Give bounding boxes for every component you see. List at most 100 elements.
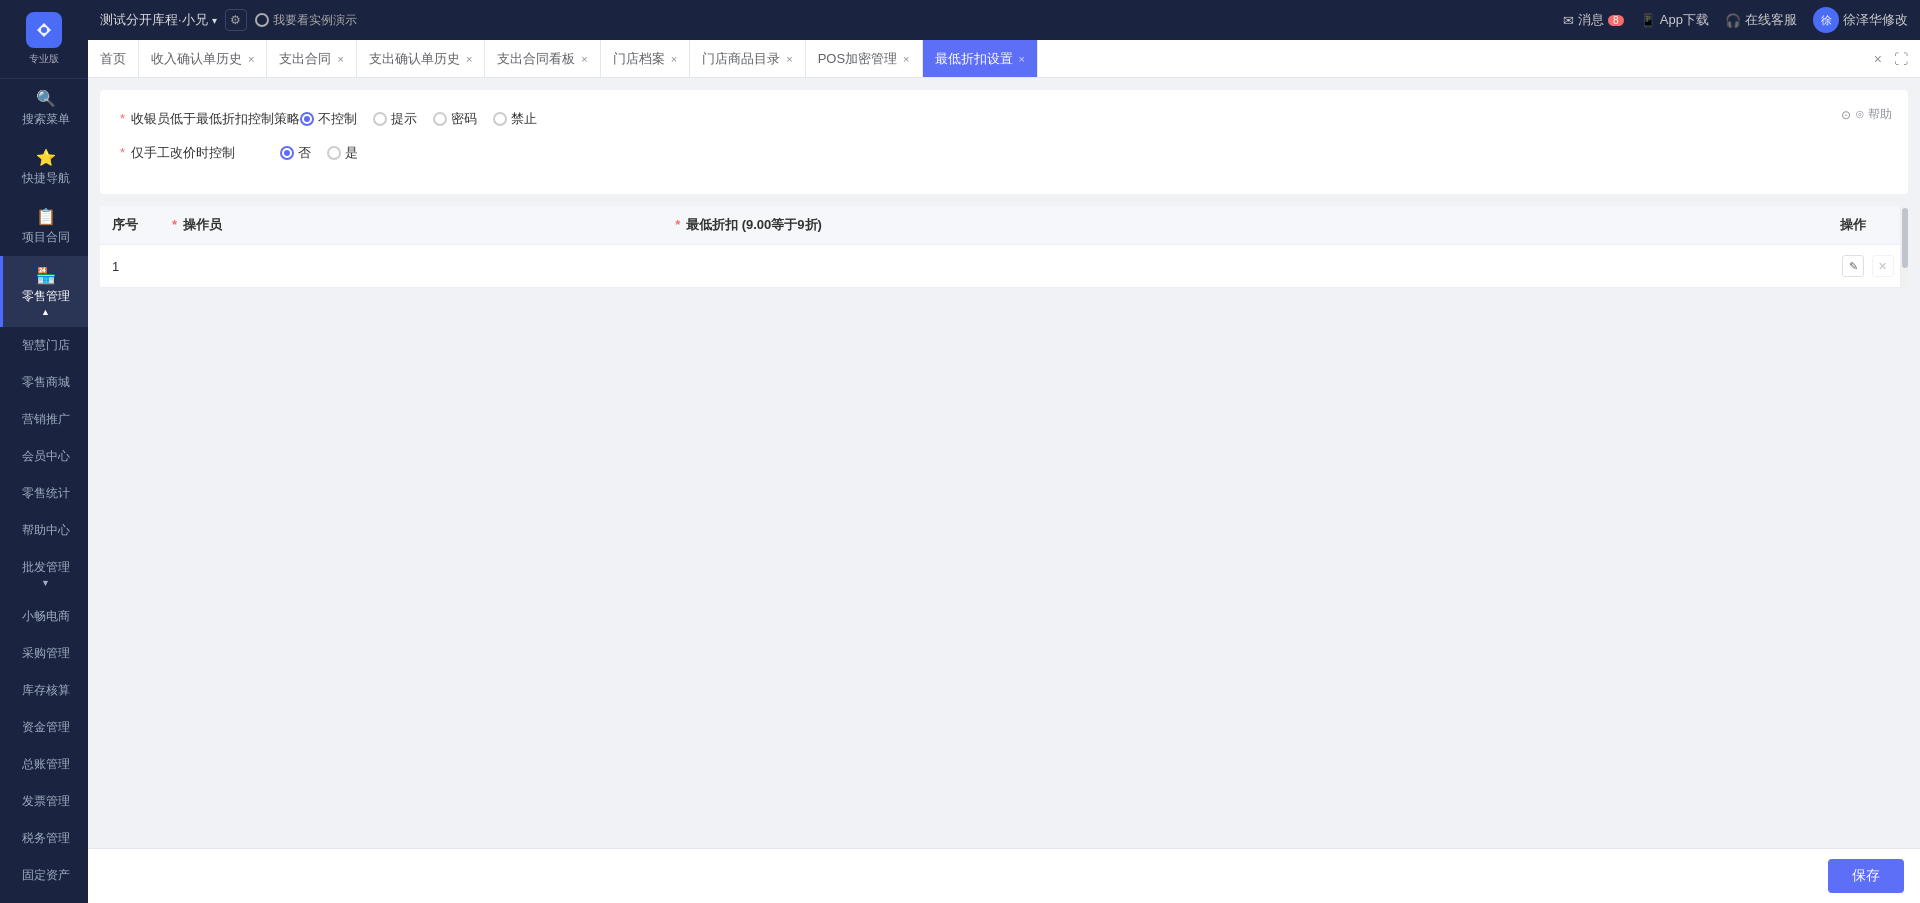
topbar-user-button[interactable]: 徐 徐泽华修改 bbox=[1813, 7, 1908, 33]
tab-store-goods[interactable]: 门店商品目录 × bbox=[690, 40, 805, 78]
tab-min-discount[interactable]: 最低折扣设置 × bbox=[923, 40, 1038, 78]
col-discount-label: 最低折扣 (9.00等于9折) bbox=[686, 217, 822, 232]
table-header: 序号 * 操作员 * 最低折扣 (9.00等于9折) 操作 bbox=[100, 206, 1908, 245]
strategy-required-mark: * bbox=[120, 111, 125, 126]
sidebar-item-purchase-label: 采购管理 bbox=[22, 645, 70, 662]
sidebar-item-marketing-label: 营销推广 bbox=[22, 411, 70, 428]
tab-store-file-label: 门店档案 bbox=[613, 50, 665, 68]
sidebar-item-search[interactable]: 🔍 搜索菜单 bbox=[0, 79, 88, 138]
save-button[interactable]: 保存 bbox=[1828, 859, 1904, 893]
topbar-app-label: App下载 bbox=[1660, 11, 1709, 29]
sidebar-item-onlineshop[interactable]: 零售商城 bbox=[0, 364, 88, 401]
tab-close-all-button[interactable]: × bbox=[1870, 49, 1886, 69]
table-scrollbar[interactable] bbox=[1900, 206, 1908, 288]
discount-table: 序号 * 操作员 * 最低折扣 (9.00等于9折) 操作 bbox=[100, 206, 1908, 288]
manual-option-yes-label: 是 bbox=[345, 144, 358, 162]
strategy-option-none[interactable]: 不控制 bbox=[300, 110, 357, 128]
sidebar-item-salary[interactable]: 工资 bbox=[0, 894, 88, 903]
help-button[interactable]: ⊙ ⊙ 帮助 bbox=[1841, 106, 1892, 123]
tab-payment-history-close[interactable]: × bbox=[466, 53, 472, 65]
sidebar-item-member[interactable]: 会员中心 bbox=[0, 438, 88, 475]
sidebar-item-tax-label: 税务管理 bbox=[22, 830, 70, 847]
sidebar-item-purchase[interactable]: 采购管理 bbox=[0, 635, 88, 672]
sidebar-item-fixedasset[interactable]: 固定资产 bbox=[0, 857, 88, 894]
chevron-down-icon: ▼ bbox=[41, 578, 50, 588]
operator-required-mark: * bbox=[172, 217, 177, 232]
row-seq: 1 bbox=[100, 245, 160, 288]
strategy-option-hint[interactable]: 提示 bbox=[373, 110, 417, 128]
sidebar-item-invoice-label: 发票管理 bbox=[22, 793, 70, 810]
topbar-demo-label: 我要看实例演示 bbox=[273, 12, 357, 29]
tab-payment-board-close[interactable]: × bbox=[581, 53, 587, 65]
tab-income-history-label: 收入确认单历史 bbox=[151, 50, 242, 68]
table-header-row: 序号 * 操作员 * 最低折扣 (9.00等于9折) 操作 bbox=[100, 206, 1908, 245]
strategy-option-ban-label: 禁止 bbox=[511, 110, 537, 128]
manual-option-yes[interactable]: 是 bbox=[327, 144, 358, 162]
tab-min-discount-close[interactable]: × bbox=[1019, 53, 1025, 65]
sidebar-item-marketing[interactable]: 营销推广 bbox=[0, 401, 88, 438]
tabs-actions: × ⛶ bbox=[1862, 49, 1920, 69]
sidebar-item-ledger[interactable]: 总账管理 bbox=[0, 746, 88, 783]
tab-store-goods-close[interactable]: × bbox=[786, 53, 792, 65]
gear-icon: ⚙ bbox=[230, 13, 241, 27]
manual-option-no-label: 否 bbox=[298, 144, 311, 162]
topbar-service-button[interactable]: 🎧 在线客服 bbox=[1725, 11, 1797, 29]
manual-form-row: * 仅手工改价时控制 否 是 bbox=[120, 144, 1888, 162]
sidebar-item-fixedasset-label: 固定资产 bbox=[22, 867, 70, 884]
sidebar-item-retail[interactable]: 🏪 零售管理 ▲ bbox=[0, 256, 88, 327]
sidebar-item-search-label: 搜索菜单 bbox=[22, 111, 70, 128]
avatar-initials: 徐 bbox=[1821, 13, 1832, 28]
topbar-settings-button[interactable]: ⚙ bbox=[225, 9, 247, 31]
demo-dot-icon bbox=[255, 13, 269, 27]
tab-payment-board[interactable]: 支出合同看板 × bbox=[485, 40, 600, 78]
sidebar-item-tax[interactable]: 税务管理 bbox=[0, 820, 88, 857]
topbar-project-selector[interactable]: 测试分开库程·小兄 ▾ bbox=[100, 11, 217, 29]
sidebar-item-quicknav[interactable]: ⭐ 快捷导航 bbox=[0, 138, 88, 197]
strategy-radio-none[interactable] bbox=[300, 112, 314, 126]
strategy-option-ban[interactable]: 禁止 bbox=[493, 110, 537, 128]
sidebar-logo: 专业版 bbox=[0, 0, 88, 79]
tab-payment-contract[interactable]: 支出合同 × bbox=[267, 40, 356, 78]
sidebar-item-wholesale[interactable]: 批发管理 ▼ bbox=[0, 549, 88, 598]
manual-option-no[interactable]: 否 bbox=[280, 144, 311, 162]
tab-income-history[interactable]: 收入确认单历史 × bbox=[139, 40, 267, 78]
row-edit-button[interactable]: ✎ bbox=[1842, 255, 1864, 277]
sidebar-item-project[interactable]: 📋 项目合同 bbox=[0, 197, 88, 256]
col-operator-header: * 操作员 bbox=[160, 206, 663, 245]
strategy-radio-ban[interactable] bbox=[493, 112, 507, 126]
col-discount-header: * 最低折扣 (9.00等于9折) bbox=[663, 206, 1828, 245]
sidebar-item-help[interactable]: 帮助中心 bbox=[0, 512, 88, 549]
tab-payment-history[interactable]: 支出确认单历史 × bbox=[357, 40, 485, 78]
sidebar: 专业版 🔍 搜索菜单 ⭐ 快捷导航 📋 项目合同 🏪 零售管理 ▲ 智慧门店 零… bbox=[0, 0, 88, 903]
tab-home[interactable]: 首页 bbox=[88, 40, 139, 78]
topbar-left: 测试分开库程·小兄 ▾ ⚙ 我要看实例演示 bbox=[100, 9, 1563, 31]
sidebar-item-invoice[interactable]: 发票管理 bbox=[0, 783, 88, 820]
topbar-app-button[interactable]: 📱 App下载 bbox=[1640, 11, 1709, 29]
tab-pos-encrypt-close[interactable]: × bbox=[903, 53, 909, 65]
row-delete-button[interactable]: ✕ bbox=[1872, 255, 1894, 277]
topbar-demo-button[interactable]: 我要看实例演示 bbox=[255, 12, 357, 29]
manual-required-mark: * bbox=[120, 145, 125, 160]
sidebar-item-ledger-label: 总账管理 bbox=[22, 756, 70, 773]
sidebar-item-stats[interactable]: 零售统计 bbox=[0, 475, 88, 512]
sidebar-item-stats-label: 零售统计 bbox=[22, 485, 70, 502]
strategy-option-password[interactable]: 密码 bbox=[433, 110, 477, 128]
sidebar-item-finance[interactable]: 资金管理 bbox=[0, 709, 88, 746]
sidebar-item-smartstore[interactable]: 智慧门店 bbox=[0, 327, 88, 364]
manual-radio-yes[interactable] bbox=[327, 146, 341, 160]
tab-payment-contract-close[interactable]: × bbox=[337, 53, 343, 65]
manual-label: * 仅手工改价时控制 bbox=[120, 144, 280, 162]
strategy-option-none-label: 不控制 bbox=[318, 110, 357, 128]
manual-radio-no[interactable] bbox=[280, 146, 294, 160]
manual-label-text: 仅手工改价时控制 bbox=[131, 145, 235, 160]
sidebar-item-inventory[interactable]: 库存核算 bbox=[0, 672, 88, 709]
tab-expand-button[interactable]: ⛶ bbox=[1890, 49, 1912, 69]
strategy-radio-hint[interactable] bbox=[373, 112, 387, 126]
tab-pos-encrypt[interactable]: POS加密管理 × bbox=[806, 40, 923, 78]
sidebar-item-ecommerce[interactable]: 小畅电商 bbox=[0, 598, 88, 635]
tab-store-file-close[interactable]: × bbox=[671, 53, 677, 65]
tab-store-file[interactable]: 门店档案 × bbox=[601, 40, 690, 78]
tab-income-history-close[interactable]: × bbox=[248, 53, 254, 65]
topbar-message-button[interactable]: ✉ 消息 8 bbox=[1563, 11, 1624, 29]
strategy-radio-password[interactable] bbox=[433, 112, 447, 126]
